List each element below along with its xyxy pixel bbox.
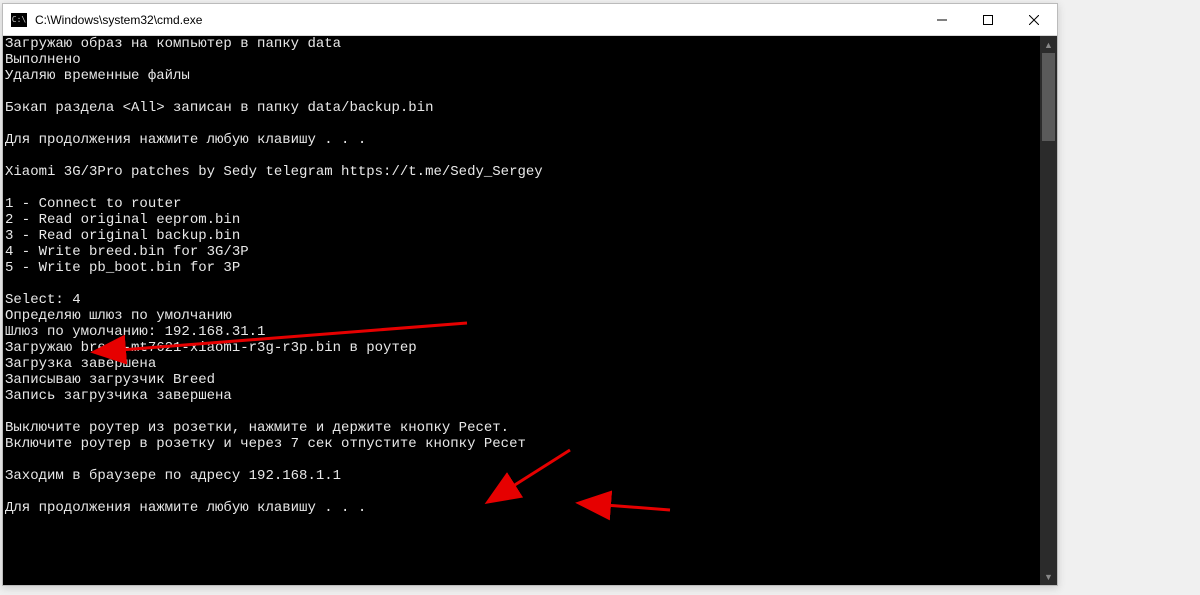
- maximize-button[interactable]: [965, 4, 1011, 35]
- maximize-icon: [983, 15, 993, 25]
- close-icon: [1029, 15, 1039, 25]
- console-line: Загружаю образ на компьютер в папку data: [5, 36, 1040, 52]
- console-line: Загрузка завершена: [5, 356, 1040, 372]
- console-line: Шлюз по умолчанию: 192.168.31.1: [5, 324, 1040, 340]
- console-line: Удаляю временные файлы: [5, 68, 1040, 84]
- console-line: Запись загрузчика завершена: [5, 388, 1040, 404]
- console-line: Выполнено: [5, 52, 1040, 68]
- minimize-icon: [937, 15, 947, 25]
- console-line: 1 - Connect to router: [5, 196, 1040, 212]
- console-line: [5, 84, 1040, 100]
- cmd-window: C:\ C:\Windows\system32\cmd.exe Загружаю…: [2, 3, 1058, 586]
- console-line: Определяю шлюз по умолчанию: [5, 308, 1040, 324]
- console-line: Для продолжения нажмите любую клавишу . …: [5, 132, 1040, 148]
- console-line: [5, 148, 1040, 164]
- client-area: Загружаю образ на компьютер в папку data…: [3, 36, 1057, 585]
- console-line: 4 - Write breed.bin for 3G/3P: [5, 244, 1040, 260]
- console-line: Xiaomi 3G/3Pro patches by Sedy telegram …: [5, 164, 1040, 180]
- console-line: Для продолжения нажмите любую клавишу . …: [5, 500, 1040, 516]
- console-line: [5, 484, 1040, 500]
- console-line: Выключите роутер из розетки, нажмите и д…: [5, 420, 1040, 436]
- console-line: Заходим в браузере по адресу 192.168.1.1: [5, 468, 1040, 484]
- console-line: [5, 404, 1040, 420]
- scroll-up-button[interactable]: ▲: [1040, 36, 1057, 53]
- scrollbar-track[interactable]: [1040, 53, 1057, 568]
- console-line: Записываю загрузчик Breed: [5, 372, 1040, 388]
- console-line: [5, 276, 1040, 292]
- scrollbar-thumb[interactable]: [1042, 53, 1055, 141]
- console-line: [5, 180, 1040, 196]
- console-line: [5, 116, 1040, 132]
- console-line: Бэкап раздела <All> записан в папку data…: [5, 100, 1040, 116]
- console-line: [5, 452, 1040, 468]
- cmd-icon: C:\: [11, 13, 27, 27]
- window-title: C:\Windows\system32\cmd.exe: [35, 13, 919, 27]
- console-line: Select: 4: [5, 292, 1040, 308]
- minimize-button[interactable]: [919, 4, 965, 35]
- console-output[interactable]: Загружаю образ на компьютер в папку data…: [3, 36, 1040, 585]
- console-line: Загружаю breed-mt7621-xiaomi-r3g-r3p.bin…: [5, 340, 1040, 356]
- scroll-down-button[interactable]: ▼: [1040, 568, 1057, 585]
- window-controls: [919, 4, 1057, 35]
- titlebar: C:\ C:\Windows\system32\cmd.exe: [3, 4, 1057, 36]
- console-line: Включите роутер в розетку и через 7 сек …: [5, 436, 1040, 452]
- console-line: 5 - Write pb_boot.bin for 3P: [5, 260, 1040, 276]
- close-button[interactable]: [1011, 4, 1057, 35]
- console-line: 3 - Read original backup.bin: [5, 228, 1040, 244]
- vertical-scrollbar[interactable]: ▲ ▼: [1040, 36, 1057, 585]
- console-line: 2 - Read original eeprom.bin: [5, 212, 1040, 228]
